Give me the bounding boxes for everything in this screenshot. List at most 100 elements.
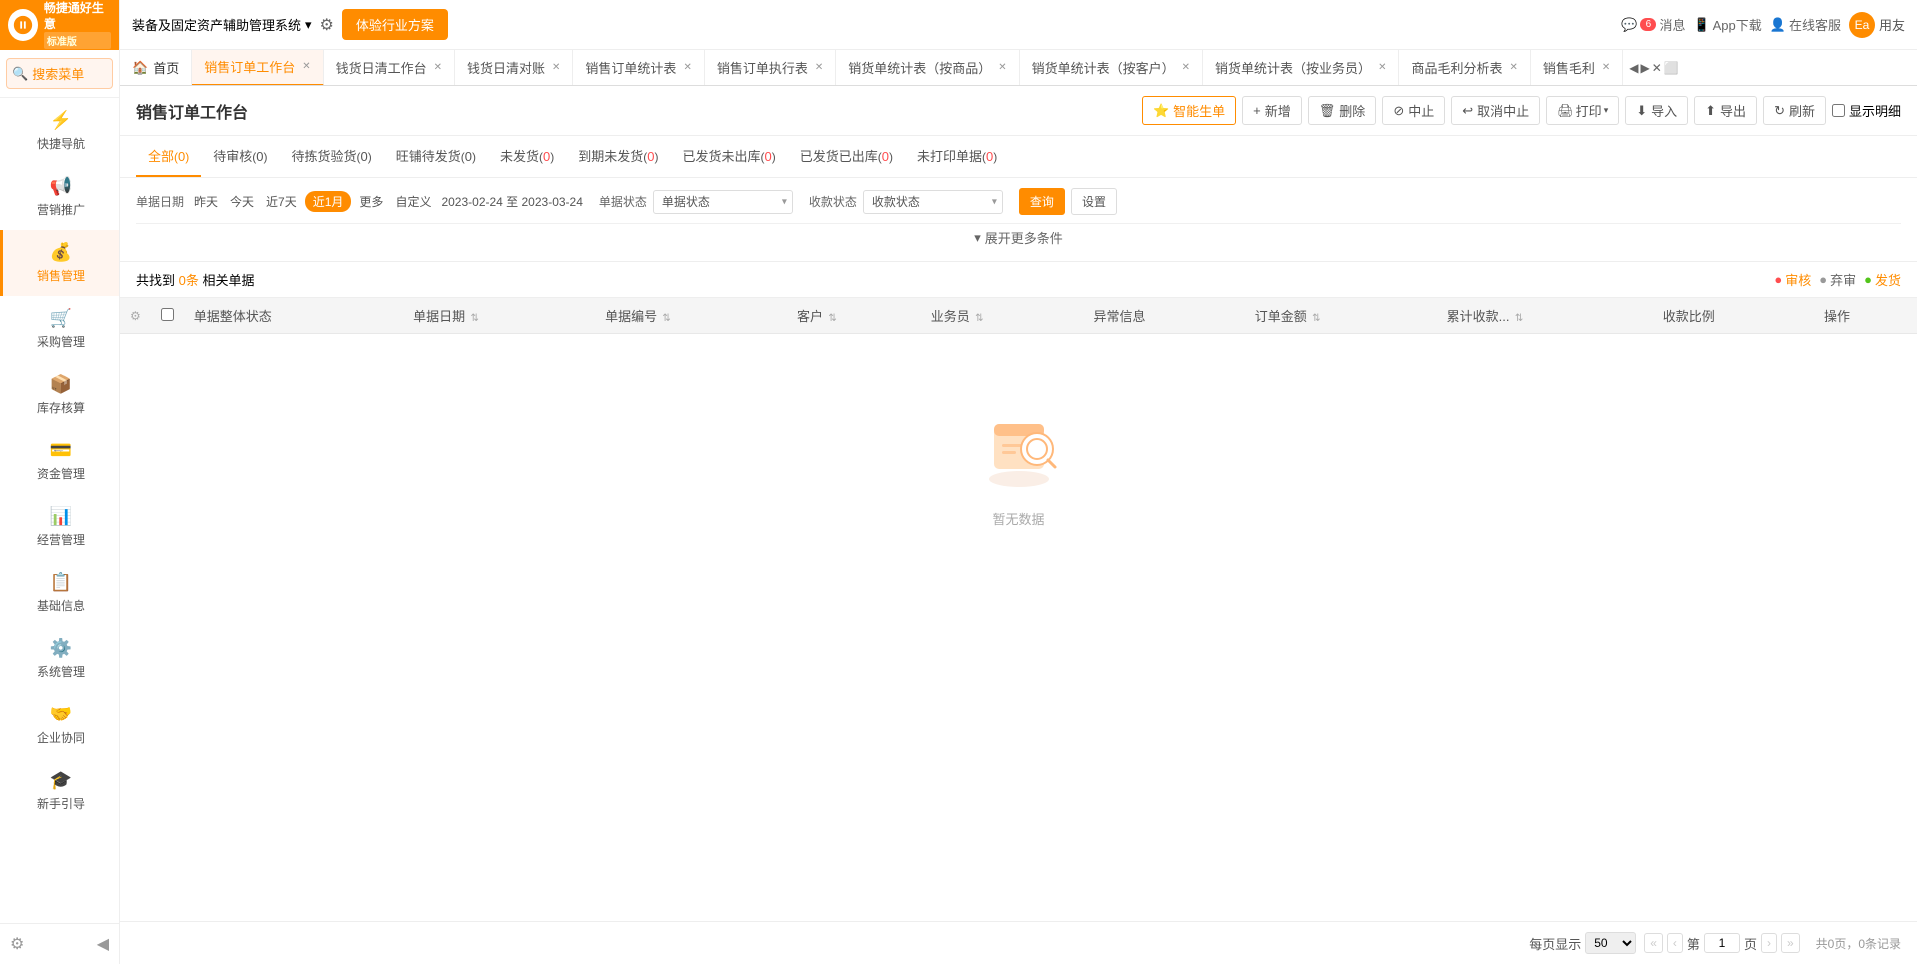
online-service-btn[interactable]: 👤 在线客服: [1770, 15, 1841, 34]
col-number[interactable]: 单据编号 ⇅: [595, 298, 787, 334]
tab-close-all-btn[interactable]: ✕: [1652, 61, 1662, 75]
enterprise-icon: 🤝: [50, 704, 72, 725]
tab-home[interactable]: 🏠 首页: [120, 50, 192, 86]
sidebar-item-finance[interactable]: 💳 资金管理: [0, 428, 119, 494]
app-download-btn[interactable]: 📱 App下载: [1693, 15, 1761, 34]
tab-sales-exec[interactable]: 销售订单执行表 ✕: [705, 50, 836, 86]
cancel-stop-btn[interactable]: ↩ 取消中止: [1451, 96, 1540, 125]
sub-tab-pending-review[interactable]: 待审核(0): [201, 136, 279, 177]
system-title[interactable]: 装备及固定资产辅助管理系统 ▾: [132, 15, 312, 34]
sub-tab-shipped-out[interactable]: 已发货已出库(0): [788, 136, 905, 177]
sub-tab-wangpu-pending[interactable]: 旺铺待发货(0): [384, 136, 488, 177]
date-7days[interactable]: 近7天: [262, 191, 301, 212]
sidebar-collapse-btn[interactable]: ◀: [97, 934, 109, 954]
tab-sales-gross[interactable]: 销售毛利 ✕: [1531, 50, 1623, 86]
tab-next-btn[interactable]: ▶: [1641, 61, 1650, 75]
col-amount[interactable]: 订单金额 ⇅: [1245, 298, 1437, 334]
page-size-select[interactable]: 102050100: [1585, 932, 1636, 954]
tab-goods-stat-product[interactable]: 销货单统计表（按商品） ✕: [836, 50, 1019, 86]
tab-close-sales-stat[interactable]: ✕: [683, 62, 691, 73]
tab-sales-order[interactable]: 销售订单工作台 ✕: [192, 50, 323, 86]
date-today[interactable]: 今天: [226, 191, 258, 212]
show-detail-checkbox[interactable]: [1832, 104, 1845, 117]
sub-tab-not-shipped[interactable]: 未发货(0): [488, 136, 566, 177]
import-btn[interactable]: ⬇ 导入: [1625, 96, 1688, 125]
prev-page-btn[interactable]: ‹: [1667, 933, 1683, 953]
tab-close-cash-daily[interactable]: ✕: [434, 62, 442, 73]
status-select[interactable]: 单据状态: [653, 190, 793, 214]
tab-cash-account[interactable]: 钱货日清对账 ✕: [455, 50, 573, 86]
sidebar-item-guide[interactable]: 🎓 新手引导: [0, 758, 119, 824]
sidebar-item-purchase[interactable]: 🛒 采购管理: [0, 296, 119, 362]
tab-close-goods-stat-product[interactable]: ✕: [998, 62, 1006, 73]
col-date[interactable]: 单据日期 ⇅: [403, 298, 595, 334]
smart-gen-btn[interactable]: ⭐ 智能生单: [1142, 96, 1236, 125]
cancel-review-action-btn[interactable]: ● 弃审: [1819, 270, 1856, 289]
date-custom[interactable]: 自定义: [391, 191, 435, 212]
date-more[interactable]: 更多: [355, 191, 387, 212]
sidebar-item-quick-nav[interactable]: ⚡ 快捷导航: [0, 98, 119, 164]
sidebar-item-operations[interactable]: 📊 经营管理: [0, 494, 119, 560]
stop-btn[interactable]: ⊘ 中止: [1382, 96, 1445, 125]
print-btn[interactable]: 🖨 打印 ▾: [1546, 96, 1619, 125]
col-staff[interactable]: 业务员 ⇅: [921, 298, 1084, 334]
last-page-btn[interactable]: »: [1781, 933, 1800, 953]
sub-tab-shipped-not-out[interactable]: 已发货未出库(0): [671, 136, 788, 177]
sidebar-settings-btn[interactable]: ⚙: [10, 934, 24, 954]
col-collected[interactable]: 累计收款... ⇅: [1437, 298, 1653, 334]
review-action-btn[interactable]: ● 审核: [1774, 270, 1811, 289]
sidebar-item-sales[interactable]: 💰 销售管理: [0, 230, 119, 296]
tab-close-sales-order[interactable]: ✕: [302, 61, 310, 72]
settings-gear-icon[interactable]: ⚙: [320, 15, 334, 35]
payment-select[interactable]: 收款状态: [863, 190, 1003, 214]
table-count[interactable]: 0条: [179, 273, 199, 288]
tab-close-sales-gross[interactable]: ✕: [1602, 62, 1610, 73]
col-settings[interactable]: ⚙: [120, 298, 151, 334]
date-yesterday[interactable]: 昨天: [190, 191, 222, 212]
tab-close-cash-account[interactable]: ✕: [552, 62, 560, 73]
select-all-checkbox[interactable]: [161, 308, 174, 321]
tab-prev-btn[interactable]: ◀: [1629, 61, 1638, 75]
table-total: 共找到 0条 相关单据: [136, 270, 255, 289]
page-of-label: 页: [1744, 934, 1757, 953]
tab-close-goods-stat-staff[interactable]: ✕: [1378, 62, 1386, 73]
tab-cash-daily[interactable]: 钱货日清工作台 ✕: [324, 50, 455, 86]
sub-tab-expired-not-shipped[interactable]: 到期未发货(0): [566, 136, 670, 177]
search-menu-btn[interactable]: 🔍 搜索菜单: [6, 58, 113, 89]
new-btn[interactable]: + 新增: [1242, 96, 1302, 125]
settings-btn[interactable]: 设置: [1071, 188, 1117, 215]
tab-sales-stat[interactable]: 销售订单统计表 ✕: [573, 50, 704, 86]
tab-close-goods-stat-customer[interactable]: ✕: [1182, 62, 1190, 73]
tab-goods-stat-customer[interactable]: 销货单统计表（按客户） ✕: [1020, 50, 1203, 86]
tab-close-goods-margin[interactable]: ✕: [1509, 62, 1517, 73]
sub-tab-all[interactable]: 全部(0): [136, 136, 201, 177]
sub-tab-pending-inspect[interactable]: 待拣货验货(0): [280, 136, 384, 177]
tab-restore-btn[interactable]: ⬜: [1664, 61, 1679, 75]
user-menu[interactable]: Ea 用友: [1849, 12, 1905, 38]
refresh-btn[interactable]: ↻ 刷新: [1763, 96, 1826, 125]
ship-action-btn[interactable]: ● 发货: [1864, 270, 1901, 289]
finance-icon: 💳: [50, 440, 72, 461]
message-btn[interactable]: 💬 6 消息: [1621, 15, 1685, 34]
next-page-btn[interactable]: ›: [1761, 933, 1777, 953]
page-label: 第: [1687, 934, 1700, 953]
delete-btn[interactable]: 🗑 删除: [1308, 96, 1377, 125]
sidebar-item-marketing[interactable]: 📢 营销推广: [0, 164, 119, 230]
expand-btn[interactable]: ▾ 展开更多条件: [974, 228, 1063, 247]
industry-btn[interactable]: 体验行业方案: [342, 9, 448, 40]
tab-close-sales-exec[interactable]: ✕: [815, 62, 823, 73]
col-checkbox[interactable]: [151, 298, 184, 334]
tab-goods-margin[interactable]: 商品毛利分析表 ✕: [1399, 50, 1530, 86]
sidebar-item-inventory[interactable]: 📦 库存核算: [0, 362, 119, 428]
sidebar-item-system[interactable]: ⚙️ 系统管理: [0, 626, 119, 692]
first-page-btn[interactable]: «: [1644, 933, 1663, 953]
sidebar-item-basic-info[interactable]: 📋 基础信息: [0, 560, 119, 626]
sidebar-item-enterprise[interactable]: 🤝 企业协同: [0, 692, 119, 758]
col-customer[interactable]: 客户 ⇅: [787, 298, 921, 334]
page-input[interactable]: [1704, 933, 1740, 953]
query-btn[interactable]: 查询: [1019, 188, 1065, 215]
tab-goods-stat-staff[interactable]: 销货单统计表（按业务员） ✕: [1203, 50, 1399, 86]
date-1month[interactable]: 近1月: [305, 191, 352, 212]
export-btn[interactable]: ⬆ 导出: [1694, 96, 1757, 125]
sub-tab-not-printed[interactable]: 未打印单据(0): [905, 136, 1009, 177]
